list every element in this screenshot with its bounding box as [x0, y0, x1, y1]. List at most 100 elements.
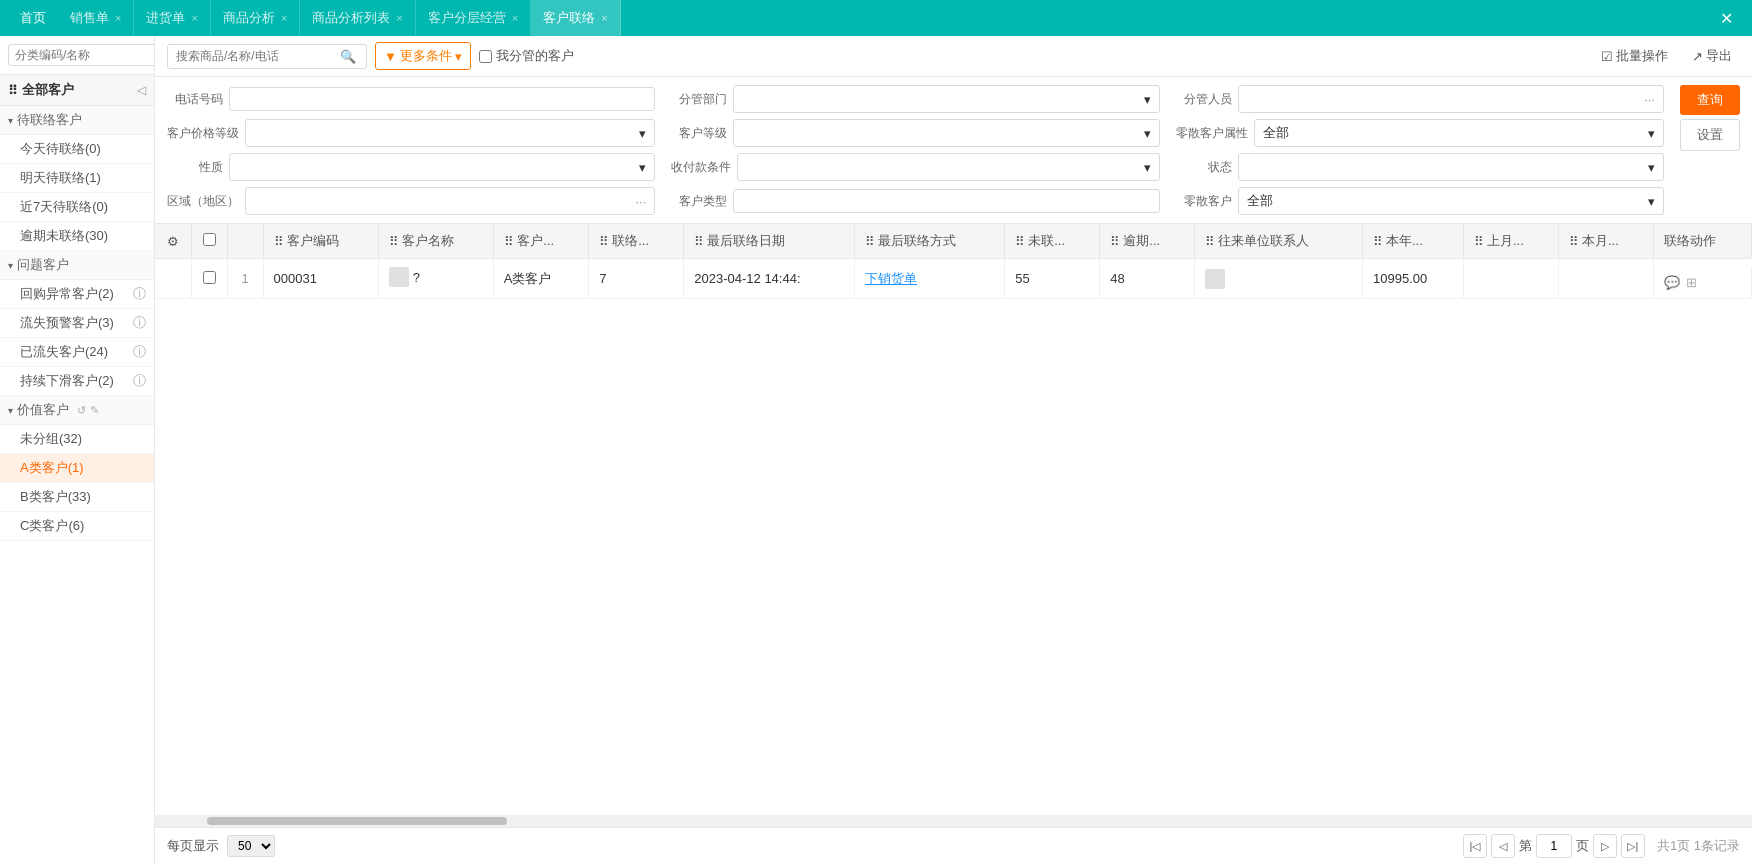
table-row: 1 000031 ? A类客户 7 2023-04-12 14:44: 下销货单…	[155, 259, 1752, 299]
sidebar-item-unclassified[interactable]: 未分组(32)	[0, 425, 154, 454]
col-last-way[interactable]: ⠿ 最后联络方式	[855, 224, 1005, 259]
scroll-thumb[interactable]	[207, 817, 507, 825]
row-code[interactable]: 000031	[263, 259, 378, 299]
section-pending-contact[interactable]: ▾ 待联络客户	[0, 106, 154, 135]
qr-icon[interactable]: ⊞	[1686, 275, 1697, 290]
select-all-checkbox[interactable]	[203, 233, 216, 246]
sidebar-collapse-button[interactable]: ◁	[137, 83, 146, 97]
col-name[interactable]: ⠿ 客户名称	[378, 224, 493, 259]
col-checkbox[interactable]	[191, 224, 227, 259]
filter-price-level-label: 客户价格等级	[167, 125, 239, 142]
sidebar-item-today-contact[interactable]: 今天待联络(0)	[0, 135, 154, 164]
filter-nature-select[interactable]	[229, 153, 655, 181]
sidebar-item-class-a[interactable]: A类客户(1)	[0, 454, 154, 483]
filter-phone-input[interactable]	[229, 87, 655, 111]
my-customers-checkbox[interactable]	[479, 50, 492, 63]
filter-dept-label: 分管部门	[671, 91, 727, 108]
filter-row-2: 客户价格等级 客户等级	[167, 119, 1664, 147]
col-type[interactable]: ⠿ 客户...	[494, 224, 589, 259]
section-value-customers[interactable]: ▾ 价值客户 ↺ ✎	[0, 396, 154, 425]
region-dots-icon: ···	[635, 194, 646, 209]
sidebar-item-churned[interactable]: 已流失客户(24) ⓘ	[0, 338, 154, 367]
filter-customer-type-label: 客户类型	[671, 193, 727, 210]
filter-person-select[interactable]: ···	[1238, 85, 1664, 113]
page-size-select[interactable]: 50	[227, 835, 275, 857]
page-number-input[interactable]	[1536, 834, 1572, 858]
col-this-year[interactable]: ⠿ 本年...	[1363, 224, 1464, 259]
col-last-date[interactable]: ⠿ 最后联络日期	[684, 224, 855, 259]
close-customer-contact-tab[interactable]: ×	[601, 12, 607, 24]
tab-purchase[interactable]: 进货单 ×	[134, 0, 210, 36]
sidebar-item-declining[interactable]: 持续下滑客户(2) ⓘ	[0, 367, 154, 396]
refresh-icon[interactable]: ↺	[77, 404, 86, 417]
tab-customer-tier[interactable]: 客户分层经营 ×	[416, 0, 531, 36]
col-not-contact[interactable]: ⠿ 未联...	[1005, 224, 1100, 259]
sidebar-item-repurchase-abnormal[interactable]: 回购异常客户(2) ⓘ	[0, 280, 154, 309]
close-sales-tab[interactable]: ×	[115, 12, 121, 24]
sidebar-item-churn-warning[interactable]: 流失预警客户(3) ⓘ	[0, 309, 154, 338]
page-size-label: 每页显示	[167, 837, 219, 855]
info-icon-3: ⓘ	[133, 343, 146, 361]
last-page-button[interactable]: ▷|	[1621, 834, 1645, 858]
page-label: 第	[1519, 837, 1532, 855]
filter-retail-customer-select[interactable]: 全部	[1238, 187, 1664, 215]
sidebar-item-class-c[interactable]: C类客户(6)	[0, 512, 154, 541]
next-page-button[interactable]: ▷	[1593, 834, 1617, 858]
tab-product-analysis-list[interactable]: 商品分析列表 ×	[300, 0, 415, 36]
filter-dept-select[interactable]	[733, 85, 1159, 113]
filter-retail-attr-select[interactable]: 全部	[1254, 119, 1664, 147]
close-product-analysis-tab[interactable]: ×	[281, 12, 287, 24]
info-icon-2: ⓘ	[133, 314, 146, 332]
sidebar-item-7day-contact[interactable]: 近7天待联络(0)	[0, 193, 154, 222]
tab-product-analysis[interactable]: 商品分析 ×	[211, 0, 300, 36]
tab-sales[interactable]: 销售单 ×	[58, 0, 134, 36]
col-contact[interactable]: ⠿ 联络...	[589, 224, 684, 259]
page-total-label: 页	[1576, 837, 1589, 855]
sidebar-item-overdue-contact[interactable]: 逾期未联络(30)	[0, 222, 154, 251]
dept-chevron-icon	[1144, 92, 1151, 107]
row-checkbox[interactable]	[191, 259, 227, 299]
prev-page-button[interactable]: ◁	[1491, 834, 1515, 858]
col-prev-contact[interactable]: ⠿ 往来单位联系人	[1195, 224, 1363, 259]
tab-customer-contact[interactable]: 客户联络 ×	[531, 0, 620, 36]
close-customer-tier-tab[interactable]: ×	[512, 12, 518, 24]
filter-customer-level-select[interactable]	[733, 119, 1159, 147]
col-last-month[interactable]: ⠿ 上月...	[1463, 224, 1558, 259]
close-product-analysis-list-tab[interactable]: ×	[396, 12, 402, 24]
last-way-link[interactable]: 下销货单	[865, 271, 917, 286]
edit-value-icon[interactable]: ✎	[90, 404, 99, 417]
search-input[interactable]	[176, 49, 336, 63]
batch-op-button[interactable]: ☑ 批量操作	[1593, 43, 1676, 69]
col-this-month[interactable]: ⠿ 本月...	[1558, 224, 1653, 259]
chat-icon[interactable]: 💬	[1664, 275, 1680, 290]
search-box[interactable]: 🔍	[167, 44, 367, 69]
window-close-button[interactable]: ✕	[1708, 0, 1744, 36]
col-settings[interactable]: ⚙	[155, 224, 191, 259]
pagination: |◁ ◁ 第 页 ▷ ▷| 共1页 1条记录	[1463, 834, 1740, 858]
filter-payment-select[interactable]	[737, 153, 1159, 181]
my-customers-checkbox-area[interactable]: 我分管的客户	[479, 47, 574, 65]
row-action[interactable]: 💬 ⊞	[1654, 267, 1752, 298]
horizontal-scrollbar[interactable]	[155, 815, 1752, 827]
col-code[interactable]: ⠿ 客户编码	[263, 224, 378, 259]
row-last-way[interactable]: 下销货单	[855, 259, 1005, 299]
close-purchase-tab[interactable]: ×	[191, 12, 197, 24]
section-problem-customers[interactable]: ▾ 问题客户	[0, 251, 154, 280]
row-contact: 7	[589, 259, 684, 299]
home-button[interactable]: 首页	[8, 0, 58, 36]
filter-price-level-select[interactable]	[245, 119, 655, 147]
filter-customer-level: 客户等级	[671, 119, 1159, 147]
setting-button[interactable]: 设置	[1680, 119, 1740, 151]
export-button[interactable]: ↗ 导出	[1684, 43, 1740, 69]
col-overdue[interactable]: ⠿ 逾期...	[1100, 224, 1195, 259]
more-filter-button[interactable]: ▼ 更多条件 ▾	[375, 42, 471, 70]
sidebar-item-tomorrow-contact[interactable]: 明天待联络(1)	[0, 164, 154, 193]
filter-customer-type-input[interactable]	[733, 189, 1159, 213]
row-select-checkbox[interactable]	[203, 271, 216, 284]
first-page-button[interactable]: |◁	[1463, 834, 1487, 858]
query-button[interactable]: 查询	[1680, 85, 1740, 115]
sidebar-search-input[interactable]	[8, 44, 155, 66]
filter-region-select[interactable]: ···	[245, 187, 655, 215]
sidebar-item-class-b[interactable]: B类客户(33)	[0, 483, 154, 512]
filter-status-select[interactable]	[1238, 153, 1664, 181]
